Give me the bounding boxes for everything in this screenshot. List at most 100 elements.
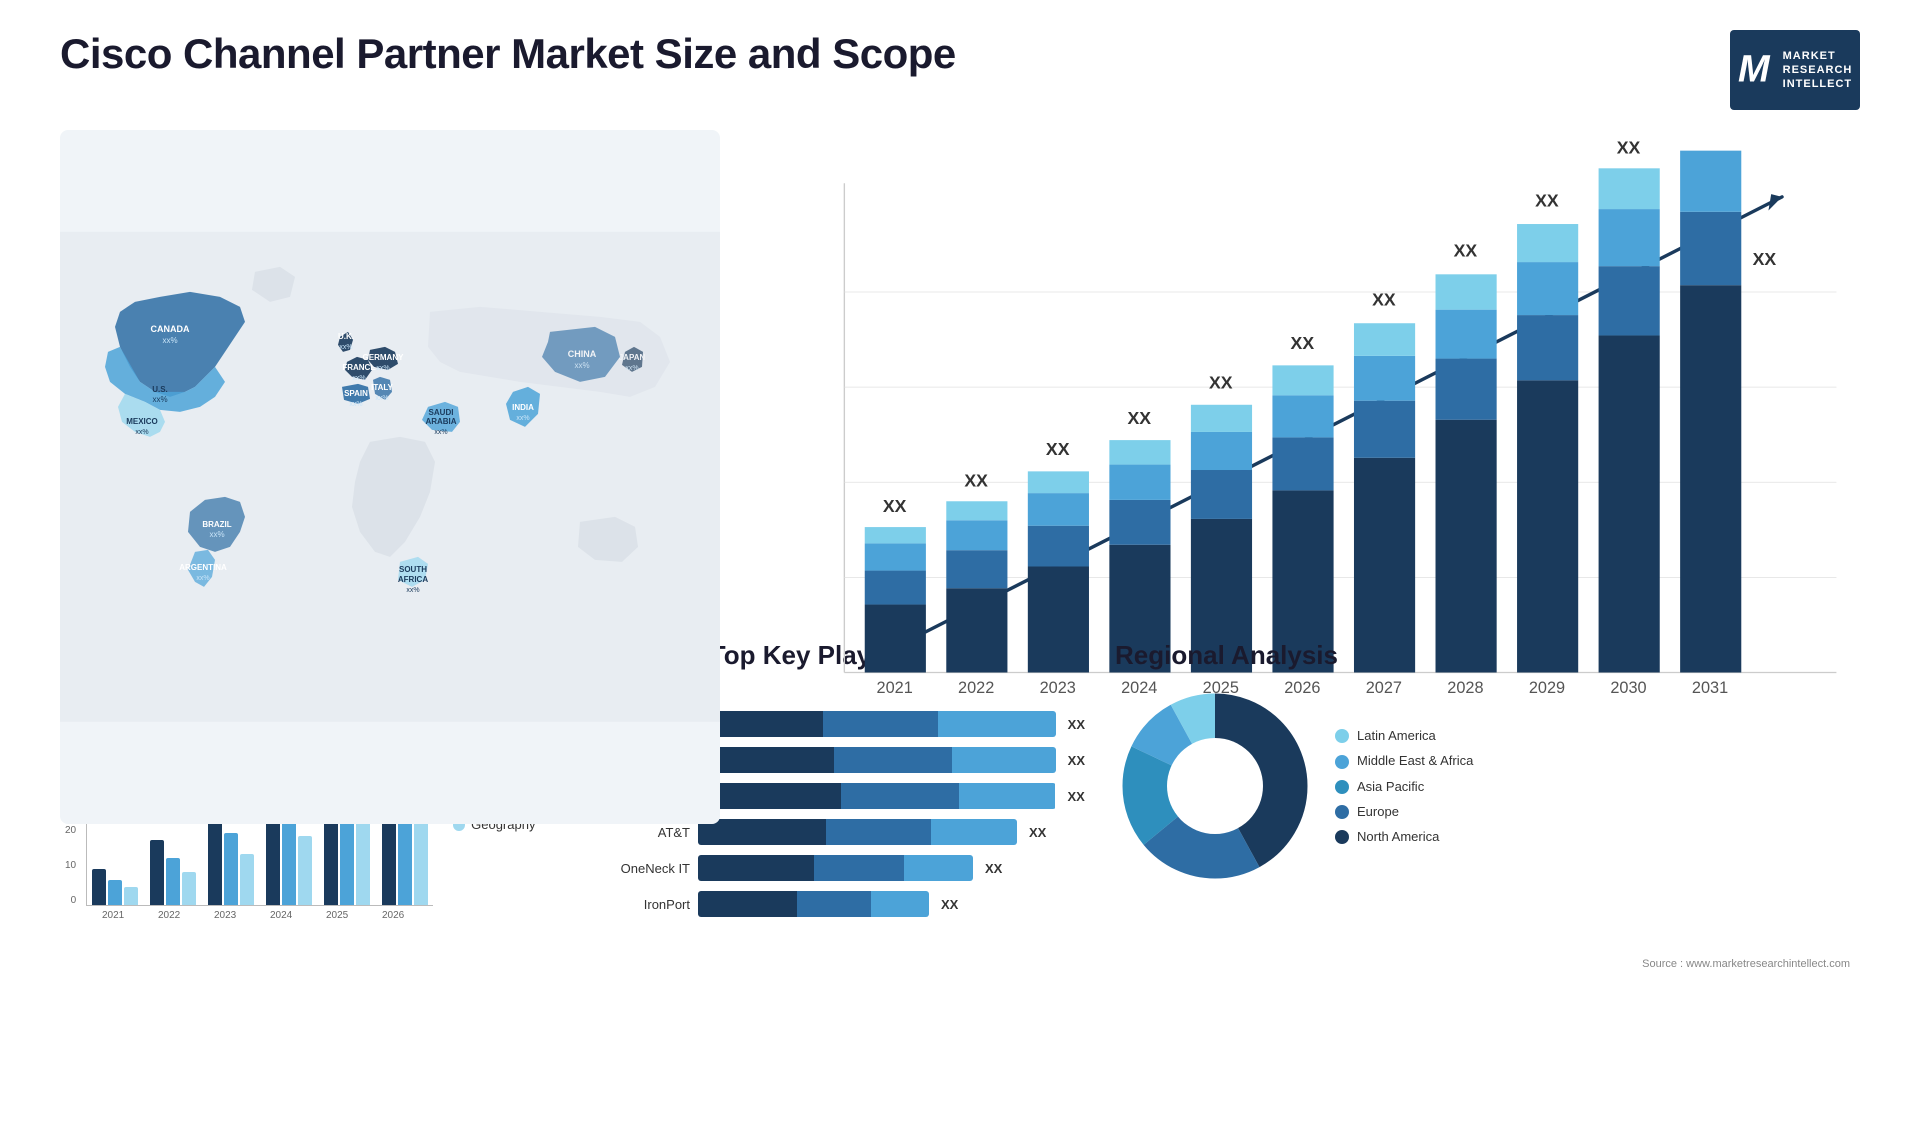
- regional-label-apac: Asia Pacific: [1357, 779, 1424, 794]
- seg-bar-geo-2022: [182, 872, 196, 905]
- svg-text:2021: 2021: [877, 679, 913, 697]
- svg-text:U.S.: U.S.: [152, 385, 168, 394]
- seg-bar-app-2022: [166, 858, 180, 905]
- player-bar-ironport-seg2: [797, 891, 871, 917]
- svg-text:ARABIA: ARABIA: [425, 417, 456, 426]
- regional-label-mea: Middle East & Africa: [1357, 753, 1473, 768]
- svg-text:XX: XX: [1535, 190, 1559, 210]
- regional-dot-latin: [1335, 729, 1349, 743]
- regional-legend-mea: Middle East & Africa: [1335, 753, 1473, 769]
- x-label-2026: 2026: [371, 910, 415, 921]
- svg-text:xx%: xx%: [196, 575, 209, 582]
- svg-text:xx%: xx%: [162, 336, 177, 345]
- regional-label-northam: North America: [1357, 829, 1439, 844]
- x-label-2021: 2021: [91, 910, 135, 921]
- player-bar-ironport: [698, 891, 929, 917]
- player-label-att: XX: [1029, 825, 1046, 840]
- svg-text:XX: XX: [1454, 241, 1478, 261]
- logo-line1: MARKET: [1783, 49, 1853, 63]
- regional-dot-apac: [1335, 780, 1349, 794]
- player-bar-ironport-seg3: [871, 891, 929, 917]
- regional-content: Latin America Middle East & Africa Asia …: [1115, 686, 1855, 886]
- player-bar-oneneck-seg3: [904, 855, 973, 881]
- logo-box: M MARKET RESEARCH INTELLECT: [1730, 30, 1860, 110]
- regional-legend-europe: Europe: [1335, 804, 1473, 819]
- svg-text:XX: XX: [964, 470, 988, 490]
- header: Cisco Channel Partner Market Size and Sc…: [60, 30, 1860, 110]
- player-label-ironport: XX: [941, 897, 958, 912]
- svg-text:xx%: xx%: [375, 395, 388, 402]
- regional-title: Regional Analysis: [1115, 640, 1855, 671]
- map-section: CANADA xx% U.S. xx% MEXICO xx% BRAZIL xx…: [60, 130, 720, 824]
- top-grid: CANADA xx% U.S. xx% MEXICO xx% BRAZIL xx…: [60, 130, 1860, 620]
- regional-dot-northam: [1335, 830, 1349, 844]
- svg-text:xx%: xx%: [152, 395, 167, 404]
- svg-text:XX: XX: [1753, 249, 1777, 269]
- player-name-att: AT&T: [535, 825, 690, 840]
- x-label-2023: 2023: [203, 910, 247, 921]
- svg-text:XX: XX: [1209, 372, 1233, 392]
- svg-text:xx%: xx%: [434, 429, 447, 436]
- player-row-oneneck: OneNeck IT XX: [535, 855, 1085, 881]
- logo-letter: M: [1738, 49, 1770, 92]
- player-bar-oneneck-seg1: [698, 855, 814, 881]
- logo-line2: RESEARCH: [1783, 63, 1853, 77]
- svg-text:xx%: xx%: [135, 429, 148, 436]
- regional-section: Regional Analysis: [1110, 635, 1860, 975]
- svg-text:2022: 2022: [958, 679, 994, 697]
- svg-text:XX: XX: [1127, 408, 1151, 428]
- y-label-20: 20: [65, 825, 76, 836]
- y-label-10: 10: [65, 860, 76, 871]
- svg-text:xx%: xx%: [516, 415, 529, 422]
- logo-container: M MARKET RESEARCH INTELLECT: [1730, 30, 1860, 110]
- x-label-2025: 2025: [315, 910, 359, 921]
- seg-x-labels: 2021 2022 2023 2024 2025 2026: [86, 910, 433, 921]
- svg-text:MEXICO: MEXICO: [126, 417, 158, 426]
- regional-dot-europe: [1335, 805, 1349, 819]
- player-row-ironport: IronPort XX: [535, 891, 1085, 917]
- logo-line3: INTELLECT: [1783, 77, 1853, 91]
- svg-text:BRAZIL: BRAZIL: [202, 520, 231, 529]
- svg-text:XX: XX: [1291, 333, 1315, 353]
- player-name-ironport: IronPort: [535, 897, 690, 912]
- svg-text:INDIA: INDIA: [512, 403, 534, 412]
- regional-legend-northam: North America: [1335, 829, 1473, 844]
- seg-bar-geo-2024: [298, 836, 312, 905]
- player-label-oneneck: XX: [985, 861, 1002, 876]
- svg-text:SOUTH: SOUTH: [399, 565, 427, 574]
- seg-bar-geo-2021: [124, 887, 138, 905]
- player-name-oneneck: OneNeck IT: [535, 861, 690, 876]
- svg-text:XX: XX: [1617, 140, 1641, 157]
- svg-text:SPAIN: SPAIN: [344, 389, 368, 398]
- logo-text: MARKET RESEARCH INTELLECT: [1783, 49, 1853, 92]
- regional-legend: Latin America Middle East & Africa Asia …: [1335, 728, 1473, 844]
- seg-bar-geo-2025: [356, 818, 370, 905]
- svg-text:U.K.: U.K.: [338, 332, 354, 341]
- seg-bar-geo-2023: [240, 854, 254, 905]
- player-bar-oneneck-seg2: [814, 855, 905, 881]
- svg-text:XX: XX: [1046, 439, 1070, 459]
- svg-text:2023: 2023: [1040, 679, 1076, 697]
- svg-text:XX: XX: [883, 496, 907, 516]
- svg-text:SAUDI: SAUDI: [429, 408, 454, 417]
- svg-text:CANADA: CANADA: [151, 324, 190, 334]
- regional-label-latin: Latin America: [1357, 728, 1436, 743]
- seg-bar-app-2023: [224, 833, 238, 905]
- svg-text:xx%: xx%: [352, 375, 365, 382]
- regional-legend-latin: Latin America: [1335, 728, 1473, 743]
- svg-text:GERMANY: GERMANY: [363, 353, 405, 362]
- world-map-svg: CANADA xx% U.S. xx% MEXICO xx% BRAZIL xx…: [60, 130, 720, 824]
- svg-text:xx%: xx%: [376, 365, 389, 372]
- svg-text:XX: XX: [1372, 290, 1396, 310]
- page-title: Cisco Channel Partner Market Size and Sc…: [60, 30, 956, 78]
- regional-label-europe: Europe: [1357, 804, 1399, 819]
- seg-bar-type-2022: [150, 840, 164, 905]
- seg-bar-app-2021: [108, 880, 122, 905]
- seg-bar-group-2021: [92, 869, 138, 905]
- svg-text:AFRICA: AFRICA: [398, 575, 428, 584]
- svg-text:xx%: xx%: [349, 401, 362, 408]
- svg-text:xx%: xx%: [406, 587, 419, 594]
- source-text: Source : www.marketresearchintellect.com: [1642, 958, 1850, 970]
- player-bar-ironport-seg1: [698, 891, 797, 917]
- seg-bar-group-2022: [150, 840, 196, 905]
